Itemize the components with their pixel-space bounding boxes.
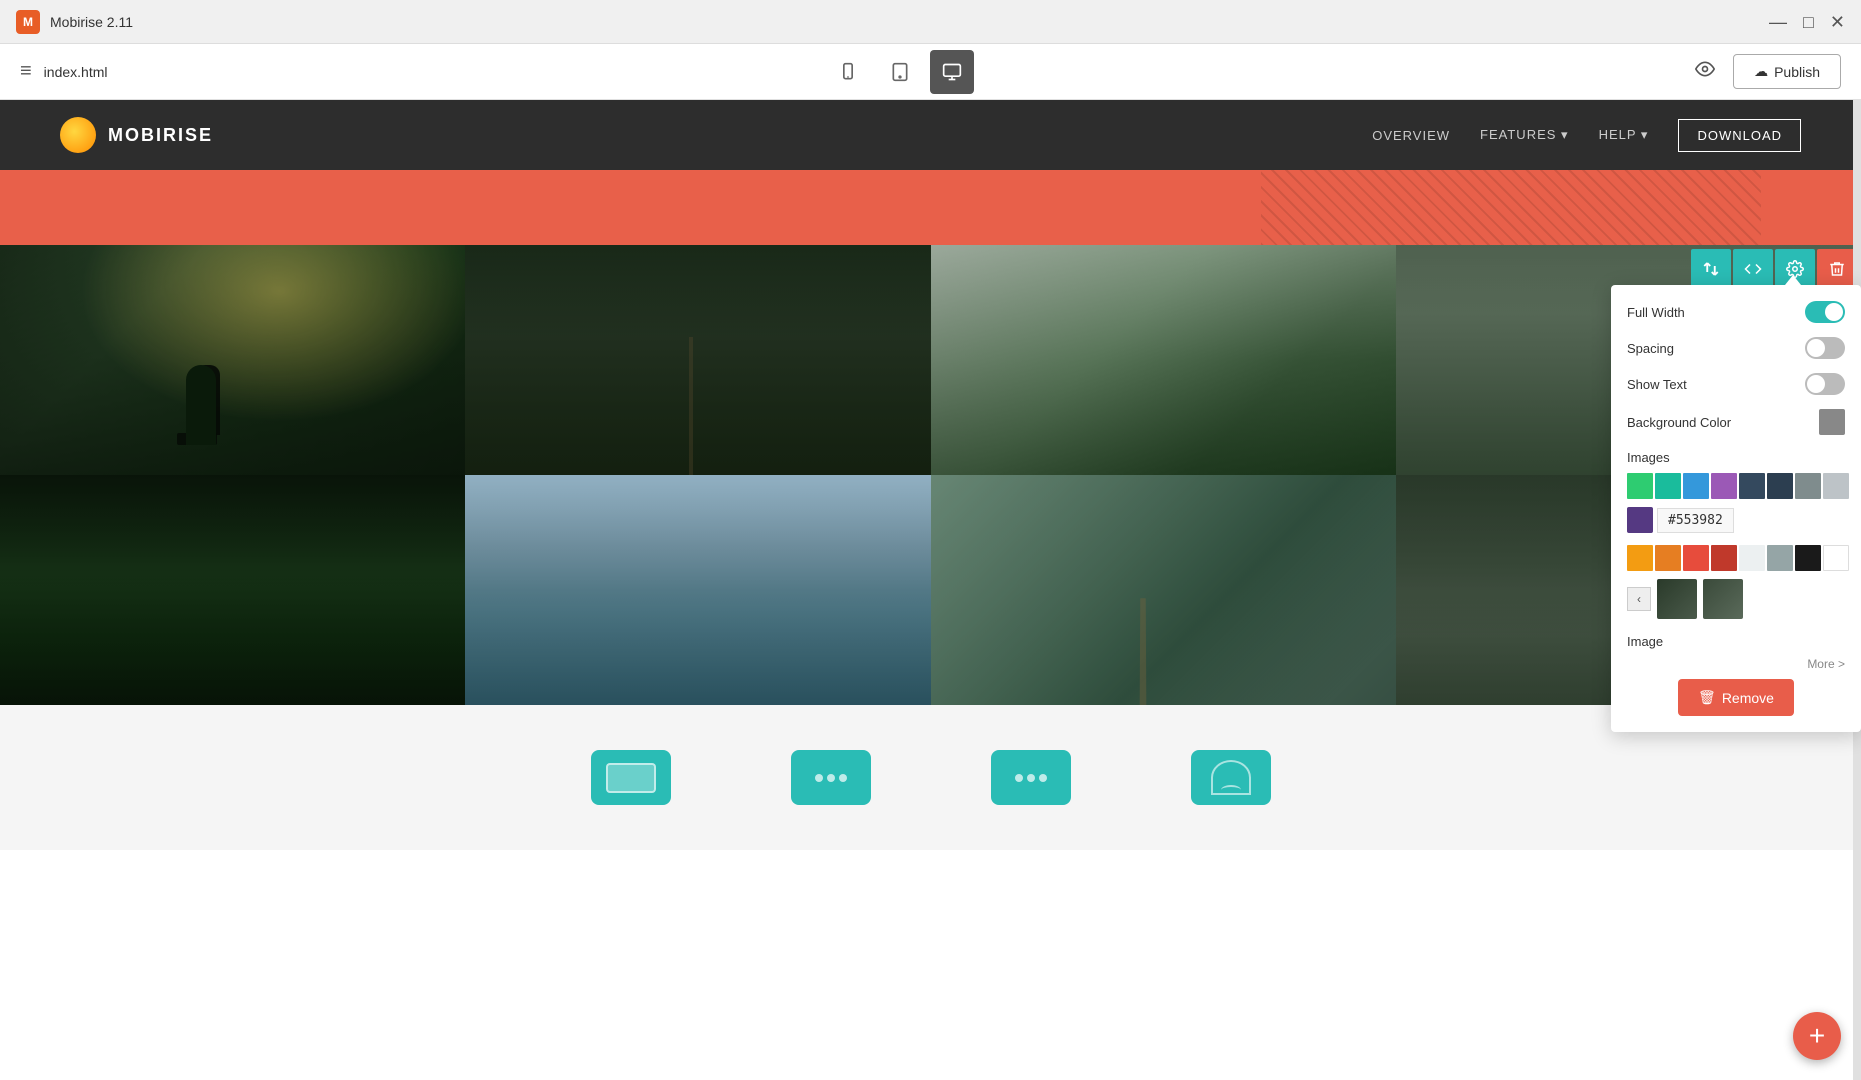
titlebar: M Mobirise 2.11 — □ ✕ xyxy=(0,0,1861,44)
color-green[interactable] xyxy=(1627,473,1653,499)
color-grid-row1 xyxy=(1627,473,1845,499)
hex-input-row: #553982 xyxy=(1627,507,1845,533)
device-switcher xyxy=(826,50,974,94)
more-link[interactable]: More > xyxy=(1627,657,1845,671)
image-section-label: Image xyxy=(1627,634,1663,649)
reorder-button[interactable] xyxy=(1691,249,1731,289)
image-prev-button[interactable]: ‹ xyxy=(1627,587,1651,611)
preview-area: MOBIRISE OVERVIEW FEATURES ▾ HELP ▾ DOWN… xyxy=(0,100,1861,1080)
color-dark-orange[interactable] xyxy=(1655,545,1681,571)
nav-link-overview[interactable]: OVERVIEW xyxy=(1372,128,1450,143)
show-text-toggle[interactable] xyxy=(1805,373,1845,395)
bg-color-swatch[interactable] xyxy=(1819,409,1845,435)
color-white[interactable] xyxy=(1823,545,1849,571)
app-title: Mobirise 2.11 xyxy=(50,14,133,30)
orange-section xyxy=(0,170,1861,245)
remove-button[interactable]: 🗑 Remove xyxy=(1678,679,1794,716)
feature-icon-1 xyxy=(591,750,671,805)
site-nav-links: OVERVIEW FEATURES ▾ HELP ▾ DOWNLOAD xyxy=(1372,119,1801,152)
color-grid-row2 xyxy=(1627,545,1845,571)
color-medium-gray[interactable] xyxy=(1767,545,1793,571)
color-black[interactable] xyxy=(1795,545,1821,571)
gallery-cell-5 xyxy=(0,475,465,705)
color-dark-red[interactable] xyxy=(1711,545,1737,571)
color-teal[interactable] xyxy=(1655,473,1681,499)
full-width-toggle[interactable] xyxy=(1805,301,1845,323)
panel-chevron xyxy=(1785,275,1801,285)
main-toolbar: ≡ index.html ☁ Publish xyxy=(0,44,1861,100)
site-logo-text: MOBIRISE xyxy=(108,125,213,146)
nav-download-button[interactable]: DOWNLOAD xyxy=(1678,119,1801,152)
color-gray[interactable] xyxy=(1795,473,1821,499)
images-section-label: Images xyxy=(1627,450,1670,465)
remove-label: Remove xyxy=(1722,690,1774,706)
color-blue[interactable] xyxy=(1683,473,1709,499)
gallery-cell-7 xyxy=(931,475,1396,705)
selected-color-preview xyxy=(1627,507,1653,533)
color-red[interactable] xyxy=(1683,545,1709,571)
bottom-section xyxy=(0,705,1861,850)
desktop-view-button[interactable] xyxy=(930,50,974,94)
trash-icon: 🗑 xyxy=(1698,689,1716,706)
gallery-grid xyxy=(0,245,1861,705)
mobile-view-button[interactable] xyxy=(826,50,870,94)
bg-color-label: Background Color xyxy=(1627,415,1731,430)
image-thumb-2 xyxy=(1703,579,1743,619)
show-text-label: Show Text xyxy=(1627,377,1687,392)
feature-icon-3 xyxy=(991,750,1071,805)
image-thumb-1 xyxy=(1657,579,1697,619)
full-width-label: Full Width xyxy=(1627,305,1685,320)
hex-value-display[interactable]: #553982 xyxy=(1657,508,1734,533)
titlebar-left: M Mobirise 2.11 xyxy=(16,10,133,34)
images-thumbnail-row: ‹ xyxy=(1627,579,1845,619)
delete-section-button[interactable] xyxy=(1817,249,1857,289)
close-button[interactable]: ✕ xyxy=(1830,13,1845,31)
filename-label: index.html xyxy=(44,64,108,80)
feature-icon-2 xyxy=(791,750,871,805)
nav-link-help[interactable]: HELP ▾ xyxy=(1599,127,1649,143)
add-section-button[interactable]: + xyxy=(1793,1012,1841,1060)
logo-letter: M xyxy=(23,15,33,29)
tablet-view-button[interactable] xyxy=(878,50,922,94)
gallery-cell-3 xyxy=(931,245,1396,475)
settings-panel: Full Width Spacing Show Text Background … xyxy=(1611,285,1861,732)
window-controls: — □ ✕ xyxy=(1769,13,1845,31)
site-navbar: MOBIRISE OVERVIEW FEATURES ▾ HELP ▾ DOWN… xyxy=(0,100,1861,170)
toolbar-left: ≡ index.html xyxy=(20,60,107,83)
gallery-cell-2 xyxy=(465,245,930,475)
color-orange[interactable] xyxy=(1627,545,1653,571)
color-purple[interactable] xyxy=(1711,473,1737,499)
publish-label: Publish xyxy=(1774,64,1820,80)
spacing-row: Spacing xyxy=(1627,337,1845,359)
nav-link-features[interactable]: FEATURES ▾ xyxy=(1480,127,1569,143)
gallery-cell-6 xyxy=(465,475,930,705)
color-dark-blue[interactable] xyxy=(1739,473,1765,499)
publish-button[interactable]: ☁ Publish xyxy=(1733,54,1841,89)
menu-button[interactable]: ≡ xyxy=(20,60,32,83)
site-logo-icon xyxy=(60,117,96,153)
edit-code-button[interactable] xyxy=(1733,249,1773,289)
publish-icon: ☁ xyxy=(1754,63,1768,80)
minimize-button[interactable]: — xyxy=(1769,13,1787,31)
color-light-gray[interactable] xyxy=(1823,473,1849,499)
bg-color-row: Background Color xyxy=(1627,409,1845,435)
site-logo: MOBIRISE xyxy=(60,117,213,153)
full-width-row: Full Width xyxy=(1627,301,1845,323)
gallery-cell-1 xyxy=(0,245,465,475)
feature-icon-4 xyxy=(1191,750,1271,805)
spacing-toggle[interactable] xyxy=(1805,337,1845,359)
color-white-gray[interactable] xyxy=(1739,545,1765,571)
preview-button[interactable] xyxy=(1693,59,1717,85)
spacing-label: Spacing xyxy=(1627,341,1674,356)
toolbar-right: ☁ Publish xyxy=(1693,54,1841,89)
color-navy[interactable] xyxy=(1767,473,1793,499)
app-logo: M xyxy=(16,10,40,34)
maximize-button[interactable]: □ xyxy=(1803,13,1814,31)
show-text-row: Show Text xyxy=(1627,373,1845,395)
